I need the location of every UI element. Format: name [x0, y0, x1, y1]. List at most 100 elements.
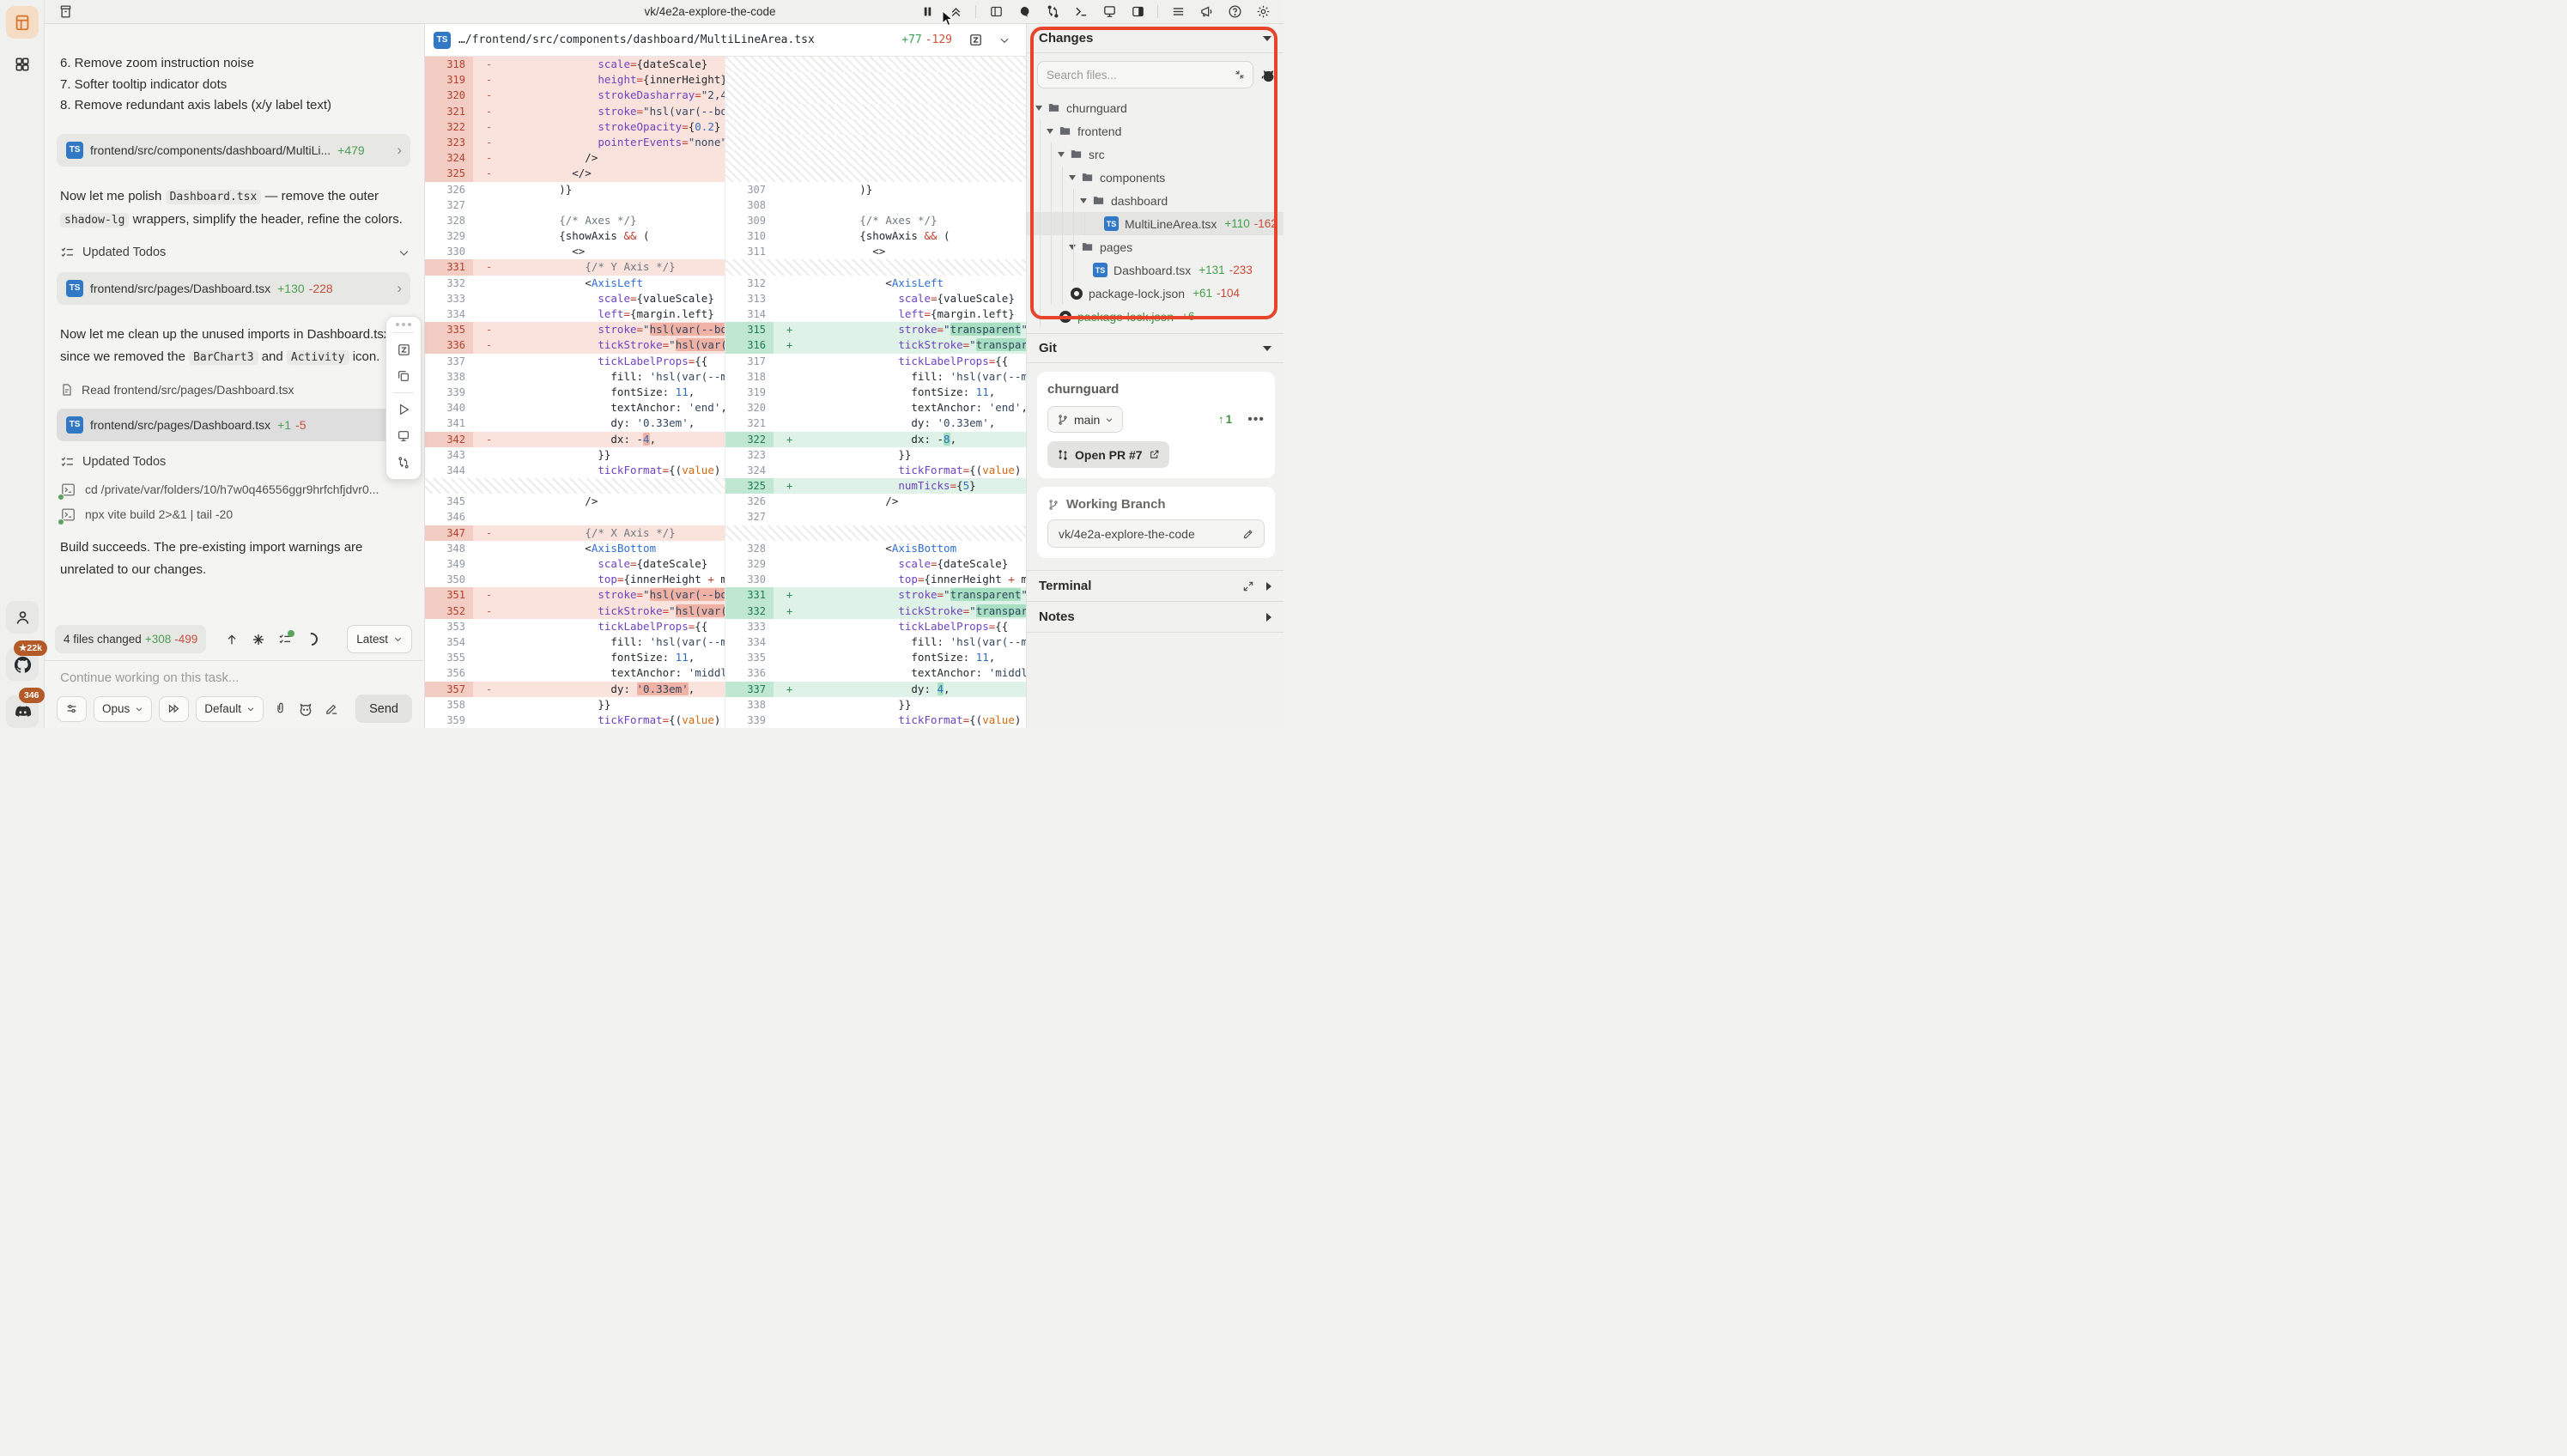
search-input[interactable]	[1047, 69, 1234, 82]
pen-icon[interactable]	[322, 700, 341, 719]
file-diff-chip[interactable]: TS frontend/src/pages/Dashboard.tsx +130…	[57, 272, 410, 305]
todos-status-icon[interactable]	[278, 633, 292, 646]
file-tree-item[interactable]: frontend	[1027, 119, 1284, 143]
announcement-icon[interactable]	[1198, 3, 1215, 21]
file-tree-item[interactable]: src	[1027, 143, 1284, 166]
file-tree-item[interactable]: pages	[1027, 235, 1284, 258]
updated-todos-row[interactable]: Updated Todos	[60, 455, 410, 470]
composer-controls: Opus Default Send	[45, 691, 424, 728]
pencil-edit-icon[interactable]	[1242, 527, 1255, 540]
help-icon[interactable]	[1226, 3, 1243, 21]
caret-down-icon[interactable]	[1069, 245, 1076, 250]
cat-icon[interactable]	[296, 700, 315, 719]
monitor-icon[interactable]	[392, 426, 415, 446]
chevron-down-icon[interactable]	[397, 246, 410, 259]
account-icon[interactable]	[6, 601, 39, 634]
model-dropdown[interactable]: Opus	[94, 696, 152, 722]
chevron-down-icon[interactable]	[993, 30, 1016, 51]
expand-triangle-icon[interactable]	[1266, 582, 1271, 591]
attach-paperclip-icon[interactable]	[270, 700, 289, 719]
git-header[interactable]: Git	[1027, 334, 1284, 363]
changes-header[interactable]: Changes	[1027, 24, 1284, 53]
terminal-command-row[interactable]: cd /private/var/folders/10/h7w0q46556ggr…	[60, 482, 410, 498]
mode-dropdown[interactable]: Default	[196, 696, 264, 722]
diff-marker	[774, 182, 808, 197]
settings-sliders-button[interactable]	[57, 696, 87, 722]
inline-code: BarChart3	[189, 350, 258, 365]
terminal-section-header[interactable]: Terminal	[1027, 571, 1284, 602]
more-options-icon[interactable]	[396, 323, 411, 326]
diff-view-icon[interactable]	[392, 339, 415, 360]
line-number: 353	[425, 619, 473, 634]
grid-view-icon[interactable]	[6, 48, 39, 81]
file-tree-item[interactable]: package-lock.json+61-104	[1027, 282, 1284, 305]
code-line: tickStroke="hsl(var(--border))"	[507, 337, 725, 353]
caret-down-icon[interactable]	[1058, 152, 1065, 157]
line-number: 313	[725, 291, 774, 306]
diff-line: 311 <>	[725, 244, 1026, 259]
files-changed-chip[interactable]: 4 files changed +308 -499	[55, 625, 206, 653]
window-titlebar: vk/4e2a-explore-the-code	[45, 0, 1284, 24]
collapse-triangle-icon[interactable]	[1263, 346, 1271, 351]
menu-icon[interactable]	[1169, 3, 1186, 21]
notes-section-header[interactable]: Notes	[1027, 602, 1284, 633]
chat-input[interactable]	[60, 670, 412, 685]
send-button[interactable]: Send	[355, 695, 412, 723]
file-tree-item[interactable]: TSMultiLineArea.tsx+110-162	[1027, 212, 1284, 235]
terminal-icon[interactable]	[1072, 3, 1089, 21]
open-pr-button[interactable]: Open PR #7	[1047, 441, 1169, 468]
scroll-up-icon[interactable]	[225, 633, 239, 646]
file-tree-item[interactable]: TSDashboard.tsx+131-233	[1027, 258, 1284, 282]
settings-gear-icon[interactable]	[1254, 3, 1271, 21]
file-name: frontend/src/pages/Dashboard.tsx	[90, 418, 270, 432]
file-tree-item[interactable]: components	[1027, 166, 1284, 189]
git-compare-icon[interactable]	[1044, 3, 1061, 21]
caret-down-icon[interactable]	[1035, 106, 1042, 111]
assistant-message: Now let me polish Dashboard.tsx — remove…	[60, 185, 404, 232]
version-dropdown[interactable]: Latest	[347, 625, 412, 653]
working-branch-field[interactable]: vk/4e2a-explore-the-code	[1047, 519, 1265, 548]
diff-line: 324- />	[425, 150, 725, 166]
chat-bubble-icon[interactable]	[1016, 3, 1033, 21]
expand-triangle-icon[interactable]	[1266, 613, 1271, 622]
collapse-triangle-icon[interactable]	[1263, 36, 1271, 41]
panel-left-icon[interactable]	[987, 3, 1004, 21]
diff-line: 337 tickLabelProps={{	[425, 354, 725, 369]
diff-body[interactable]: 318- scale={dateScale}319- height={inner…	[425, 57, 1026, 728]
pause-icon[interactable]	[919, 3, 936, 21]
inline-diff-toggle-icon[interactable]	[964, 30, 986, 51]
file-tree-item[interactable]: dashboard	[1027, 189, 1284, 212]
more-options-icon[interactable]: •••	[1247, 416, 1265, 424]
copy-icon[interactable]	[392, 366, 415, 386]
monitor-icon[interactable]	[1101, 3, 1118, 21]
workspace-icon[interactable]	[6, 6, 39, 39]
line-number: 331	[425, 259, 473, 275]
chat-transcript[interactable]: 6. Remove zoom instruction noise7. Softe…	[45, 24, 424, 620]
caret-down-icon[interactable]	[1047, 129, 1053, 134]
panel-right-icon[interactable]	[1129, 3, 1146, 21]
file-diff-chip[interactable]: TS frontend/src/components/dashboard/Mul…	[57, 134, 410, 167]
archive-box-icon[interactable]	[57, 3, 74, 21]
caret-down-icon[interactable]	[1080, 198, 1087, 203]
git-compare-icon[interactable]	[392, 452, 415, 473]
expand-icon[interactable]	[1242, 580, 1254, 592]
terminal-command-row[interactable]: npx vite build 2>&1 | tail -20	[60, 507, 410, 523]
line-number: 326	[725, 494, 774, 509]
diff-line: 354 fill: 'hsl(var(--muted-foreground))'…	[425, 634, 725, 650]
git-branch-icon	[1057, 414, 1069, 426]
folder-icon	[1059, 124, 1071, 137]
run-play-icon[interactable]	[392, 399, 415, 420]
file-diff-chip[interactable]: TS frontend/src/pages/Dashboard.tsx +1 -…	[57, 409, 410, 441]
read-file-row[interactable]: Read frontend/src/pages/Dashboard.tsx	[60, 383, 410, 397]
fast-forward-button[interactable]	[159, 696, 189, 722]
caret-down-icon[interactable]	[1069, 175, 1076, 180]
cat-icon[interactable]	[1260, 67, 1277, 83]
file-tree-item[interactable]: package-lock.json+6	[1027, 305, 1284, 328]
line-number: 322	[725, 432, 774, 447]
spark-icon[interactable]	[252, 633, 265, 646]
collapse-tree-icon[interactable]	[1234, 69, 1246, 81]
file-tree-item[interactable]: churnguard	[1027, 96, 1284, 119]
line-number: 329	[425, 228, 473, 244]
branch-selector[interactable]: main	[1047, 406, 1123, 433]
updated-todos-row[interactable]: Updated Todos	[60, 246, 410, 260]
